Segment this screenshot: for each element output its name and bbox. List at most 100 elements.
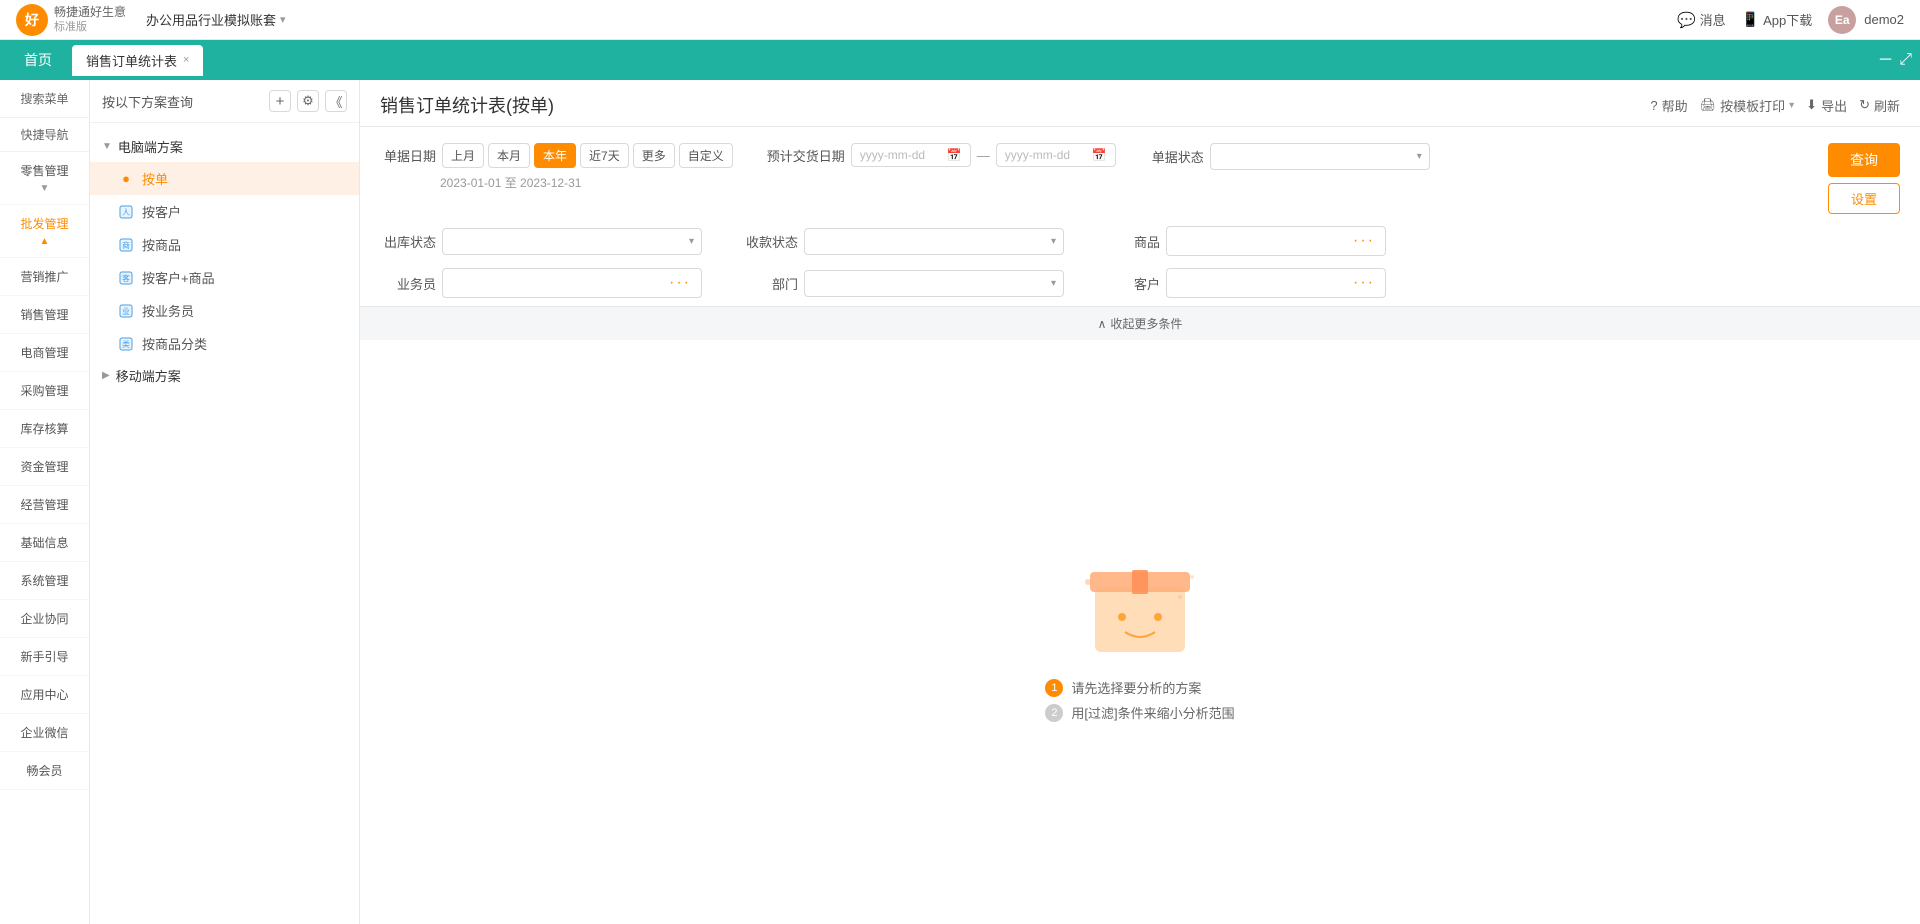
scheme-item-by-goods[interactable]: 商 按商品 <box>90 228 359 261</box>
help-btn[interactable]: ? 帮助 <box>1650 96 1687 115</box>
system-name: 办公用品行业模拟账套 <box>146 10 276 29</box>
date-btn-7days[interactable]: 近7天 <box>580 143 629 168</box>
main-layout: 搜索菜单 快捷导航 零售管理 ▼ 批发管理 ▲ 营销推广 销售管理 电商管理 采… <box>0 80 1920 924</box>
svg-text:客: 客 <box>122 273 130 283</box>
scheme-item-by-salesman[interactable]: 业 按业务员 <box>90 294 359 327</box>
sidebar-item-finance[interactable]: 资金管理 <box>0 448 89 486</box>
sidebar-arrow-wholesale: ▲ <box>40 236 50 247</box>
logo-area: 好 畅捷通好生意 标准版 <box>16 4 126 36</box>
pc-scheme-group-header[interactable]: ▼ 电脑端方案 <box>90 131 359 162</box>
sidebar-label-newbie: 新手引导 <box>20 648 68 665</box>
tab-sales-report[interactable]: 销售订单统计表 × <box>72 45 203 76</box>
setting-button[interactable]: 设置 <box>1828 183 1900 214</box>
pc-scheme-group: ▼ 电脑端方案 ● 按单 人 按客户 <box>90 131 359 360</box>
export-icon: ⬇ <box>1806 97 1817 113</box>
system-name-btn[interactable]: 办公用品行业模拟账套 ▾ <box>146 10 286 29</box>
scheme-label-by-salesman: 按业务员 <box>142 301 194 320</box>
sidebar-item-marketing[interactable]: 营销推广 <box>0 258 89 296</box>
filter-doc-status-col: 单据状态 ▾ <box>1148 143 1430 170</box>
dept-select[interactable] <box>804 270 1064 297</box>
sidebar-item-basic[interactable]: 基础信息 <box>0 524 89 562</box>
date-separator: — <box>977 148 990 163</box>
goods-input[interactable]: ··· <box>1166 226 1386 256</box>
query-button[interactable]: 查询 <box>1828 143 1900 177</box>
doc-status-label: 单据状态 <box>1148 147 1204 166</box>
scheme-item-by-customer[interactable]: 人 按客户 <box>90 195 359 228</box>
hint-num-1: 1 <box>1045 679 1063 697</box>
sidebar-label-basic: 基础信息 <box>20 534 68 551</box>
expected-date-start-input[interactable]: yyyy-mm-dd 📅 <box>851 143 971 167</box>
sidebar-item-retail[interactable]: 零售管理 ▼ <box>0 152 89 205</box>
pc-group-label: 电脑端方案 <box>118 137 183 156</box>
hint-text-2: 用[过滤]条件来缩小分析范围 <box>1071 703 1234 722</box>
scheme-item-by-customer-goods[interactable]: 客 按客户+商品 <box>90 261 359 294</box>
filter-expected-date-col: 预计交货日期 yyyy-mm-dd 📅 — yyyy-mm-dd 📅 <box>765 143 1116 167</box>
salesman-icon: 业 <box>118 303 134 319</box>
customer-label: 客户 <box>1104 274 1160 293</box>
page-actions: ? 帮助 🖨 按模板打印 ▾ ⬇ 导出 ↻ 刷新 <box>1650 96 1900 115</box>
message-btn[interactable]: 💬 消息 <box>1677 10 1726 29</box>
print-arrow-icon: ▾ <box>1789 100 1794 111</box>
sidebar-label-marketing: 营销推广 <box>20 268 68 285</box>
date-btn-this-year[interactable]: 本年 <box>534 143 576 168</box>
tab-home[interactable]: 首页 <box>8 44 68 76</box>
print-icon: 🖨 <box>1700 97 1717 113</box>
tab-minimize-icon[interactable]: ─ <box>1880 51 1891 69</box>
sidebar-item-member[interactable]: 畅会员 <box>0 752 89 790</box>
mobile-scheme-group-header[interactable]: ▶ 移动端方案 <box>90 360 359 391</box>
date-label: 单据日期 <box>380 146 436 165</box>
sidebar-item-wechat[interactable]: 企业微信 <box>0 714 89 752</box>
hint-text-1: 请先选择要分析的方案 <box>1071 678 1201 697</box>
sidebar-item-wholesale[interactable]: 批发管理 ▲ <box>0 205 89 258</box>
collapse-bar[interactable]: ∧ 收起更多条件 <box>360 306 1920 340</box>
scheme-item-by-goods-category[interactable]: 类 按商品分类 <box>90 327 359 360</box>
user-profile-btn[interactable]: Ea demo2 <box>1828 6 1904 34</box>
scheme-label-by-goods-category: 按商品分类 <box>142 334 207 353</box>
ship-status-select[interactable] <box>442 228 702 255</box>
refresh-btn[interactable]: ↻ 刷新 <box>1859 96 1900 115</box>
sidebar-item-enterprise[interactable]: 企业协同 <box>0 600 89 638</box>
customer-input[interactable]: ··· <box>1166 268 1386 298</box>
svg-text:业: 业 <box>122 306 130 316</box>
app-download-btn[interactable]: 📱 App下载 <box>1742 10 1813 29</box>
date-btn-last-month[interactable]: 上月 <box>442 143 484 168</box>
sidebar-item-operations[interactable]: 经营管理 <box>0 486 89 524</box>
pay-status-select[interactable] <box>804 228 1064 255</box>
right-panel: 销售订单统计表(按单) ? 帮助 🖨 按模板打印 ▾ ⬇ 导出 <box>360 80 1920 924</box>
dropdown-arrow-icon: ▾ <box>280 13 286 26</box>
export-btn[interactable]: ⬇ 导出 <box>1806 96 1847 115</box>
expected-date-end-input[interactable]: yyyy-mm-dd 📅 <box>996 143 1116 167</box>
date-btn-custom[interactable]: 自定义 <box>679 143 733 168</box>
sidebar-item-purchase[interactable]: 采购管理 <box>0 372 89 410</box>
sidebar-item-newbie[interactable]: 新手引导 <box>0 638 89 676</box>
refresh-icon: ↻ <box>1859 97 1870 113</box>
sidebar-label-enterprise: 企业协同 <box>20 610 68 627</box>
top-bar: 好 畅捷通好生意 标准版 办公用品行业模拟账套 ▾ 💬 消息 📱 App下载 E… <box>0 0 1920 40</box>
scheme-item-by-order[interactable]: ● 按单 <box>90 162 359 195</box>
sidebar-search[interactable]: 搜索菜单 <box>0 80 89 118</box>
customer-dots-icon: ··· <box>1353 274 1375 292</box>
sidebar-item-system[interactable]: 系统管理 <box>0 562 89 600</box>
add-scheme-btn[interactable]: + <box>269 90 291 112</box>
sidebar-label-member: 畅会员 <box>26 762 62 779</box>
filter-row-1: 单据日期 上月 本月 本年 近7天 更多 自定义 <box>380 143 1900 214</box>
salesman-input[interactable]: ··· <box>442 268 702 298</box>
phone-icon: 📱 <box>1742 11 1759 28</box>
date-btn-this-month[interactable]: 本月 <box>488 143 530 168</box>
sidebar-nav[interactable]: 快捷导航 <box>0 118 89 152</box>
collapse-panel-btn[interactable]: 《 <box>325 90 347 112</box>
settings-scheme-btn[interactable]: ⚙ <box>297 90 319 112</box>
sidebar-item-ecommerce[interactable]: 电商管理 <box>0 334 89 372</box>
print-btn[interactable]: 🖨 按模板打印 ▾ <box>1700 96 1795 115</box>
tab-expand-icon[interactable]: ⤢ <box>1899 51 1912 69</box>
doc-status-select[interactable] <box>1210 143 1430 170</box>
sidebar-item-sales[interactable]: 销售管理 <box>0 296 89 334</box>
sidebar-item-inventory[interactable]: 库存核算 <box>0 410 89 448</box>
sidebar-item-appcenter[interactable]: 应用中心 <box>0 676 89 714</box>
filter-dept-col: 部门 ▾ <box>742 270 1064 297</box>
tab-close-icon[interactable]: × <box>183 54 189 66</box>
pay-status-label: 收款状态 <box>742 232 798 251</box>
filter-inner: 单据日期 上月 本月 本年 近7天 更多 自定义 <box>360 127 1920 306</box>
date-btn-more[interactable]: 更多 <box>633 143 675 168</box>
dept-label: 部门 <box>742 274 798 293</box>
